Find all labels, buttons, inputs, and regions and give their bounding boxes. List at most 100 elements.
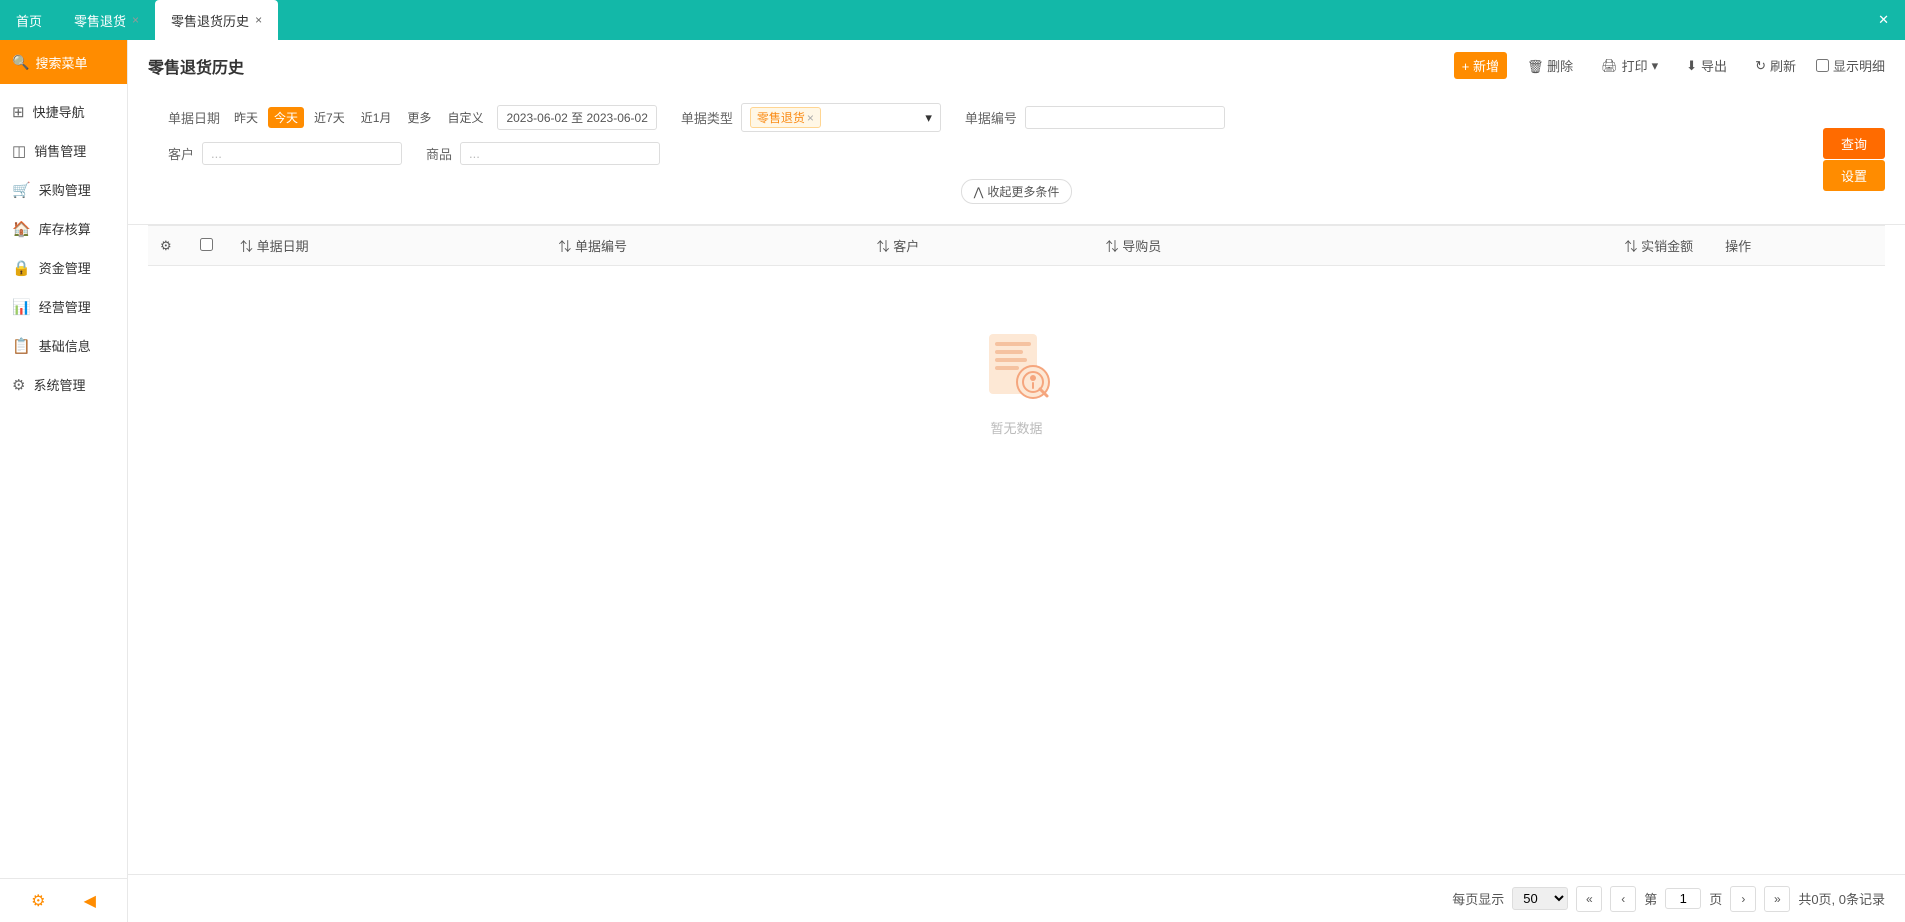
filter-row-2: 客户 ... 商品 ... xyxy=(168,142,1865,165)
print-label: 打印 xyxy=(1622,56,1648,75)
window-close-button[interactable]: ✕ xyxy=(1878,12,1905,28)
date-range-display[interactable]: 2023-06-02 至 2023-06-02 xyxy=(497,105,656,130)
date-opt-custom[interactable]: 自定义 xyxy=(441,107,489,128)
sidebar-item-finance-mgmt[interactable]: 🔒 资金管理 xyxy=(0,248,127,287)
collapse-more-section: ⋀ 收起更多条件 xyxy=(168,175,1865,212)
finance-icon: 🔒 xyxy=(12,259,31,277)
date-opt-yesterday[interactable]: 昨天 xyxy=(228,107,264,128)
th-actual-amount[interactable]: ⇅ 实销金额 xyxy=(1367,226,1713,266)
th-doc-date-label: ⇅ 单据日期 xyxy=(240,239,309,254)
sidebar-item-operations-label: 经营管理 xyxy=(39,297,91,316)
basic-info-icon: 📋 xyxy=(12,337,31,355)
tab-retail-return-close[interactable]: × xyxy=(132,13,139,27)
doc-type-tag-label: 零售退货 xyxy=(757,109,805,126)
sidebar-item-system-mgmt[interactable]: ⚙ 系统管理 xyxy=(0,365,127,404)
page-num-input[interactable] xyxy=(1665,888,1701,909)
sidebar-item-basic-info[interactable]: 📋 基础信息 xyxy=(0,326,127,365)
filter-row-1: 单据日期 昨天 今天 近7天 近1月 更多 自定义 2023-06-02 至 2… xyxy=(168,103,1865,132)
page-first-button[interactable]: « xyxy=(1576,886,1602,912)
tab-retail-return-history-close[interactable]: × xyxy=(255,13,262,27)
refresh-label: 刷新 xyxy=(1770,56,1796,75)
date-opt-more[interactable]: 更多 xyxy=(401,107,437,128)
date-opt-today[interactable]: 今天 xyxy=(268,107,304,128)
th-doc-date[interactable]: ⇅ 单据日期 xyxy=(228,226,546,266)
show-detail-checkbox[interactable]: 显示明细 xyxy=(1816,56,1885,75)
goods-label: 商品 xyxy=(426,144,452,163)
th-doc-no[interactable]: ⇅ 单据编号 xyxy=(546,226,864,266)
doc-no-label: 单据编号 xyxy=(965,108,1017,127)
refresh-button[interactable]: ↻ 刷新 xyxy=(1747,52,1804,79)
sidebar-item-system-label: 系统管理 xyxy=(33,375,85,394)
date-options: 昨天 今天 近7天 近1月 更多 自定义 xyxy=(228,107,489,128)
th-guide-label: ⇅ 导购员 xyxy=(1106,239,1162,254)
doc-type-tag-remove[interactable]: × xyxy=(807,111,814,125)
sidebar-item-inventory-label: 库存核算 xyxy=(39,219,91,238)
operations-icon: 📊 xyxy=(12,298,31,316)
print-button[interactable]: 🖨 打印 ▾ xyxy=(1593,52,1666,79)
date-opt-1month[interactable]: 近1月 xyxy=(355,107,398,128)
select-all-checkbox[interactable] xyxy=(200,238,213,251)
table-container: ⚙ ⇅ 单据日期 ⇅ 单据编号 ⇅ 客户 xyxy=(128,225,1905,874)
page-last-button[interactable]: » xyxy=(1764,886,1790,912)
tab-home[interactable]: 首页 xyxy=(0,0,58,40)
empty-icon xyxy=(977,326,1057,406)
tab-retail-return-label: 零售退货 xyxy=(74,11,126,30)
th-action-label: 操作 xyxy=(1725,239,1751,254)
customer-select[interactable]: ... xyxy=(202,142,402,165)
th-customer-label: ⇅ 客户 xyxy=(877,239,920,254)
date-opt-7days[interactable]: 近7天 xyxy=(308,107,351,128)
show-detail-label: 显示明细 xyxy=(1833,56,1885,75)
quick-nav-icon: ⊞ xyxy=(12,103,25,121)
customer-label: 客户 xyxy=(168,144,194,163)
filter-settings-button[interactable]: 设置 xyxy=(1823,160,1885,191)
sidebar-item-inventory[interactable]: 🏠 库存核算 xyxy=(0,209,127,248)
sidebar-item-sales-label: 销售管理 xyxy=(34,141,86,160)
sidebar-search-label: 搜索菜单 xyxy=(35,53,87,72)
page-label-pre: 第 xyxy=(1644,889,1657,908)
page-header: 零售退货历史 + 新增 🗑 删除 🖨 打印 ▾ ⬇ 导出 ↻ xyxy=(128,40,1905,225)
doc-type-select[interactable]: 零售退货 × ▾ xyxy=(741,103,941,132)
th-customer[interactable]: ⇅ 客户 xyxy=(865,226,1094,266)
sidebar: 🔍 搜索菜单 ⊞ 快捷导航 ◫ 销售管理 🛒 采购管理 🏠 库存核算 🔒 xyxy=(0,40,128,922)
sidebar-search[interactable]: 🔍 搜索菜单 xyxy=(0,40,127,84)
doc-no-input[interactable] xyxy=(1025,106,1225,129)
data-table: ⚙ ⇅ 单据日期 ⇅ 单据编号 ⇅ 客户 xyxy=(148,225,1885,497)
collapse-label: 收起更多条件 xyxy=(987,183,1059,200)
sidebar-item-finance-label: 资金管理 xyxy=(39,258,91,277)
page-prev-button[interactable]: ‹ xyxy=(1610,886,1636,912)
collapse-more-button[interactable]: ⋀ 收起更多条件 xyxy=(961,179,1073,204)
show-detail-input[interactable] xyxy=(1816,59,1829,72)
sales-icon: ◫ xyxy=(12,142,26,160)
customer-placeholder: ... xyxy=(211,146,222,161)
th-checkbox[interactable] xyxy=(188,226,228,266)
inventory-icon: 🏠 xyxy=(12,220,31,238)
tab-retail-return-history[interactable]: 零售退货历史 × xyxy=(155,0,278,40)
pagination-summary: 共0页, 0条记录 xyxy=(1798,889,1885,908)
goods-select[interactable]: ... xyxy=(460,142,660,165)
doc-type-tag: 零售退货 × xyxy=(750,107,821,128)
query-button[interactable]: 查询 xyxy=(1823,128,1885,159)
settings-bottom-icon[interactable]: ⚙ xyxy=(31,891,45,911)
tab-retail-return[interactable]: 零售退货 × xyxy=(58,0,155,40)
empty-text: 暂无数据 xyxy=(990,418,1042,437)
table-header-row: ⚙ ⇅ 单据日期 ⇅ 单据编号 ⇅ 客户 xyxy=(148,226,1885,266)
page-size-select[interactable]: 50 10 20 100 xyxy=(1512,887,1568,910)
toolbar: + 新增 🗑 删除 🖨 打印 ▾ ⬇ 导出 ↻ 刷新 xyxy=(1454,52,1885,79)
doc-type-dropdown-icon: ▾ xyxy=(925,110,932,126)
sidebar-item-quick-nav[interactable]: ⊞ 快捷导航 xyxy=(0,92,127,131)
page-size-label: 每页显示 xyxy=(1452,889,1504,908)
page-next-button[interactable]: › xyxy=(1730,886,1756,912)
export-button[interactable]: ⬇ 导出 xyxy=(1678,52,1735,79)
th-settings[interactable]: ⚙ xyxy=(148,226,188,266)
th-guide[interactable]: ⇅ 导购员 xyxy=(1094,226,1368,266)
collapse-sidebar-icon[interactable]: ◀ xyxy=(84,891,96,911)
sidebar-item-sales-mgmt[interactable]: ◫ 销售管理 xyxy=(0,131,127,170)
sidebar-item-purchase-mgmt[interactable]: 🛒 采购管理 xyxy=(0,170,127,209)
empty-state-cell: 暂无数据 xyxy=(148,266,1885,498)
filter-customer: 客户 ... xyxy=(168,142,402,165)
sidebar-item-operations-mgmt[interactable]: 📊 经营管理 xyxy=(0,287,127,326)
page-label-post: 页 xyxy=(1709,889,1722,908)
table-header: ⚙ ⇅ 单据日期 ⇅ 单据编号 ⇅ 客户 xyxy=(148,226,1885,266)
delete-button[interactable]: 🗑 删除 xyxy=(1519,52,1581,79)
new-button[interactable]: + 新增 xyxy=(1454,52,1507,79)
